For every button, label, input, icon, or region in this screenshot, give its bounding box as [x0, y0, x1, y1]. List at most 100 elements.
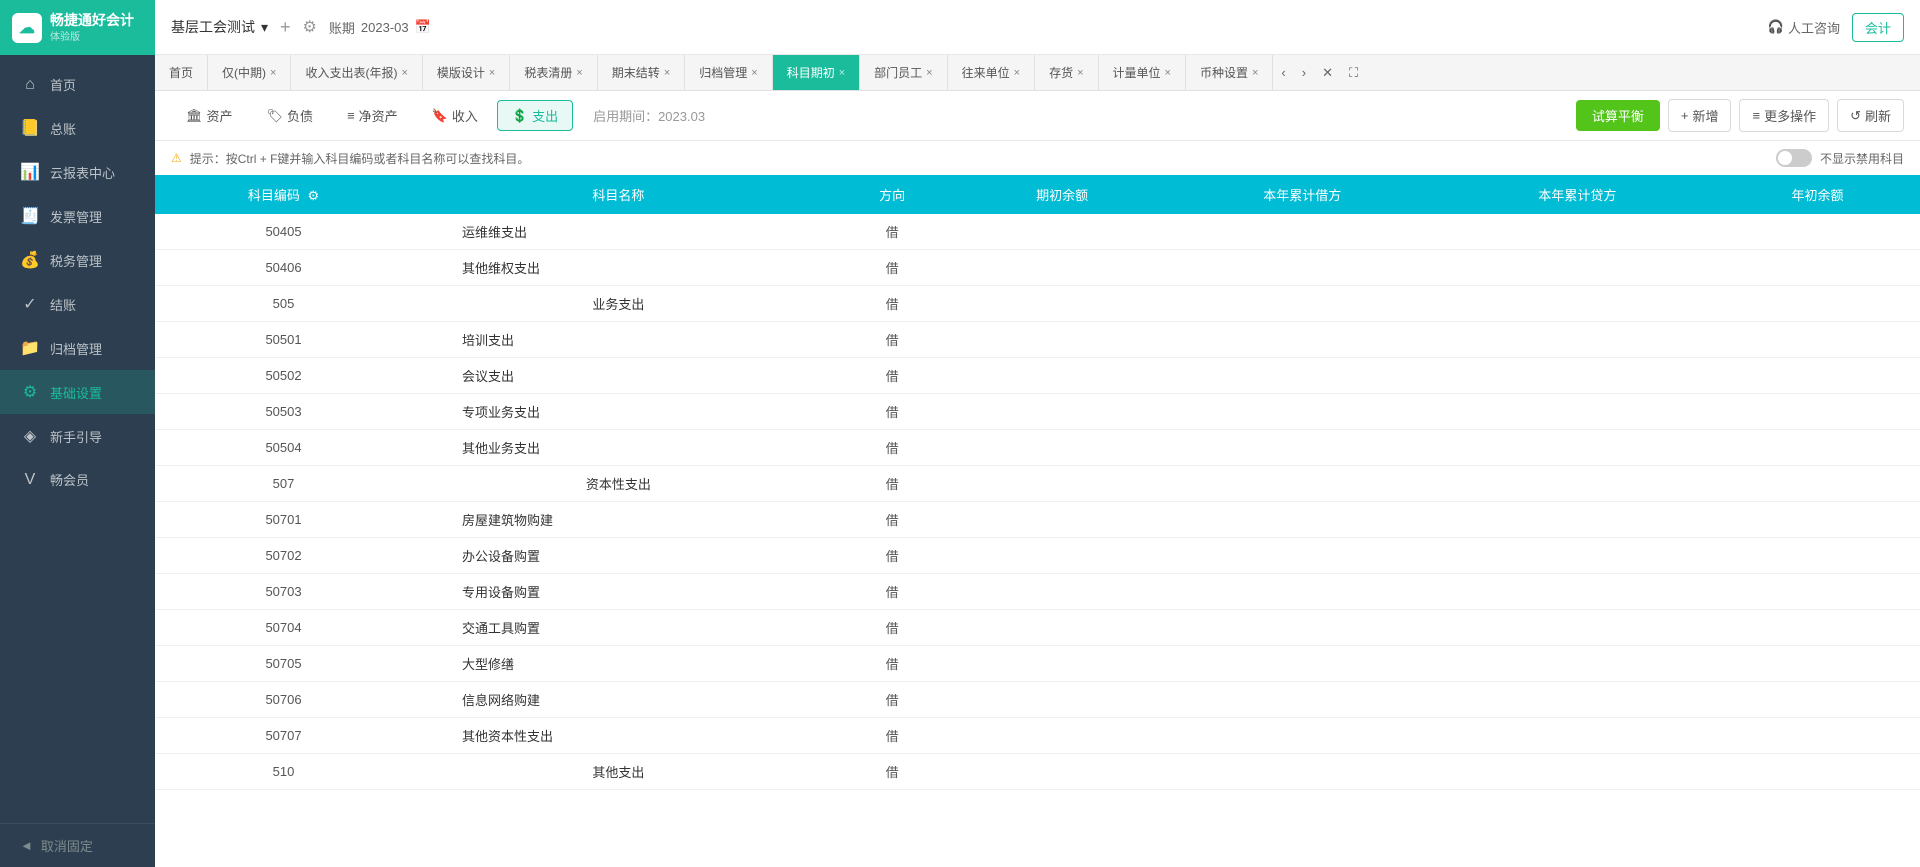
table-row[interactable]: 50502会议支出借 [155, 358, 1920, 394]
tab-annual[interactable]: 收入支出表(年报) × [291, 55, 422, 91]
help-button[interactable]: 🎧 人工咨询 [1768, 18, 1840, 37]
sidebar-item-home[interactable]: ⌂ 首页 [0, 63, 155, 106]
calendar-icon: 📅 [415, 19, 431, 35]
sidebar-item-tax[interactable]: 💰 税务管理 [0, 238, 155, 282]
period-info: 账期 2023-03 📅 [329, 18, 431, 37]
account-button[interactable]: 会计 [1852, 13, 1904, 42]
tab-close-icon[interactable]: × [1077, 67, 1083, 79]
tab-scroll-right[interactable]: › [1294, 55, 1314, 91]
sidebar-item-reports[interactable]: 📊 云报表中心 [0, 150, 155, 194]
tab-inventory[interactable]: 存货 × [1035, 55, 1098, 91]
cell-name: 专项业务支出 [412, 394, 825, 430]
col-ytd-credit: 本年累计贷方 [1440, 175, 1715, 214]
cell-direction: 借 [825, 214, 960, 250]
table-row[interactable]: 50501培训支出借 [155, 322, 1920, 358]
subtab-liability[interactable]: 🏷 负债 [252, 100, 329, 131]
more-icon: ≡ [1752, 108, 1760, 123]
workspace-settings-button[interactable]: ⚙ [303, 17, 317, 37]
table-row[interactable]: 50702办公设备购置借 [155, 538, 1920, 574]
tab-archive[interactable]: 归档管理 × [685, 55, 772, 91]
tab-close-icon[interactable]: × [270, 67, 276, 79]
sidebar-item-basic[interactable]: ⚙ 基础设置 [0, 370, 155, 414]
subtab-equity[interactable]: ≡ 净资产 [332, 100, 413, 131]
table-row[interactable]: 50406其他维权支出借 [155, 250, 1920, 286]
sidebar-item-member[interactable]: V 畅会员 [0, 458, 155, 501]
add-button[interactable]: + 新增 [1668, 99, 1732, 132]
tab-subject-init[interactable]: 科目期初 × [773, 55, 860, 91]
cell-ytd-credit [1440, 250, 1715, 286]
table-row[interactable]: 50504其他业务支出借 [155, 430, 1920, 466]
subtab-asset[interactable]: 🏛 资产 [171, 100, 248, 131]
cell-name: 会议支出 [412, 358, 825, 394]
tab-close-icon[interactable]: × [489, 67, 495, 79]
tab-dept[interactable]: 部门员工 × [860, 55, 947, 91]
tab-period-close[interactable]: 期末结转 × [598, 55, 685, 91]
table-row[interactable]: 50704交通工具购置借 [155, 610, 1920, 646]
cell-ytd-credit [1440, 502, 1715, 538]
cell-opening-balance [960, 538, 1165, 574]
cell-direction: 借 [825, 466, 960, 502]
sidebar-item-label: 税务管理 [50, 251, 102, 270]
subtab-income[interactable]: 🔖 收入 [417, 100, 493, 131]
guide-icon: ◈ [20, 426, 40, 446]
tab-scroll-left[interactable]: ‹ [1273, 55, 1293, 91]
col-ytd-debit: 本年累计借方 [1165, 175, 1440, 214]
tab-close-icon[interactable]: × [1014, 67, 1020, 79]
tab-currency[interactable]: 币种设置 × [1186, 55, 1273, 91]
tab-maximize[interactable]: ⛶ [1341, 55, 1366, 91]
balance-button[interactable]: 试算平衡 [1576, 100, 1660, 131]
tab-taxlist[interactable]: 税表清册 × [510, 55, 597, 91]
tabs-bar: 首页 仅(中期) × 收入支出表(年报) × 模版设计 × 税表清册 × 期末结… [155, 55, 1920, 91]
tab-close-all[interactable]: ✕ [1314, 55, 1341, 91]
cell-ytd-debit [1165, 430, 1440, 466]
tab-partners[interactable]: 往来单位 × [948, 55, 1035, 91]
more-actions-button[interactable]: ≡ 更多操作 [1739, 99, 1829, 132]
tab-close-icon[interactable]: × [576, 67, 582, 79]
table-row[interactable]: 510其他支出借 [155, 754, 1920, 790]
collapse-label: 取消固定 [41, 836, 93, 855]
sidebar-item-archive[interactable]: 📁 归档管理 [0, 326, 155, 370]
table-row[interactable]: 507资本性支出借 [155, 466, 1920, 502]
cell-name: 办公设备购置 [412, 538, 825, 574]
subtab-label: 支出 [532, 106, 558, 125]
tab-template[interactable]: 模版设计 × [423, 55, 510, 91]
table-row[interactable]: 50701房屋建筑物购建借 [155, 502, 1920, 538]
sidebar-item-ledger[interactable]: 📒 总账 [0, 106, 155, 150]
tab-close-icon[interactable]: × [664, 67, 670, 79]
table-row[interactable]: 50703专用设备购置借 [155, 574, 1920, 610]
tab-unit[interactable]: 计量单位 × [1099, 55, 1186, 91]
table-row[interactable]: 505业务支出借 [155, 286, 1920, 322]
settings-icon[interactable]: ⚙ [308, 188, 320, 203]
tab-label: 存货 [1049, 64, 1073, 81]
tab-close-icon[interactable]: × [839, 67, 845, 79]
add-workspace-button[interactable]: + [280, 17, 291, 38]
sidebar-logo: ☁ 畅捷通好会计 体验版 [0, 0, 155, 55]
tab-close-icon[interactable]: × [751, 67, 757, 79]
table-row[interactable]: 50705大型修缮借 [155, 646, 1920, 682]
tab-close-icon[interactable]: × [1252, 67, 1258, 79]
tab-close-icon[interactable]: × [1165, 67, 1171, 79]
cell-ytd-debit [1165, 754, 1440, 790]
tab-close-icon[interactable]: × [401, 67, 407, 79]
sidebar-item-guide[interactable]: ◈ 新手引导 [0, 414, 155, 458]
sidebar-item-settlement[interactable]: ✓ 结账 [0, 282, 155, 326]
sidebar-footer-collapse[interactable]: ◄ 取消固定 [0, 823, 155, 867]
tab-label: 归档管理 [699, 64, 747, 81]
table-row[interactable]: 50405运维维支出借 [155, 214, 1920, 250]
table-row[interactable]: 50503专项业务支出借 [155, 394, 1920, 430]
tab-home[interactable]: 首页 [155, 55, 208, 91]
cell-name: 信息网络购建 [412, 682, 825, 718]
disable-toggle[interactable] [1776, 149, 1812, 167]
subtab-expense[interactable]: 💲 支出 [497, 100, 573, 131]
member-icon: V [20, 471, 40, 489]
cell-year-opening [1715, 502, 1920, 538]
refresh-button[interactable]: ↺ 刷新 [1837, 99, 1904, 132]
sidebar-item-invoice[interactable]: 🧾 发票管理 [0, 194, 155, 238]
tab-close-icon[interactable]: × [926, 67, 932, 79]
company-selector[interactable]: 基层工会测试 ▾ [171, 17, 268, 37]
tab-label: 计量单位 [1113, 64, 1161, 81]
tab-interim[interactable]: 仅(中期) × [208, 55, 291, 91]
table-row[interactable]: 50707其他资本性支出借 [155, 718, 1920, 754]
basic-icon: ⚙ [20, 382, 40, 402]
table-row[interactable]: 50706信息网络购建借 [155, 682, 1920, 718]
